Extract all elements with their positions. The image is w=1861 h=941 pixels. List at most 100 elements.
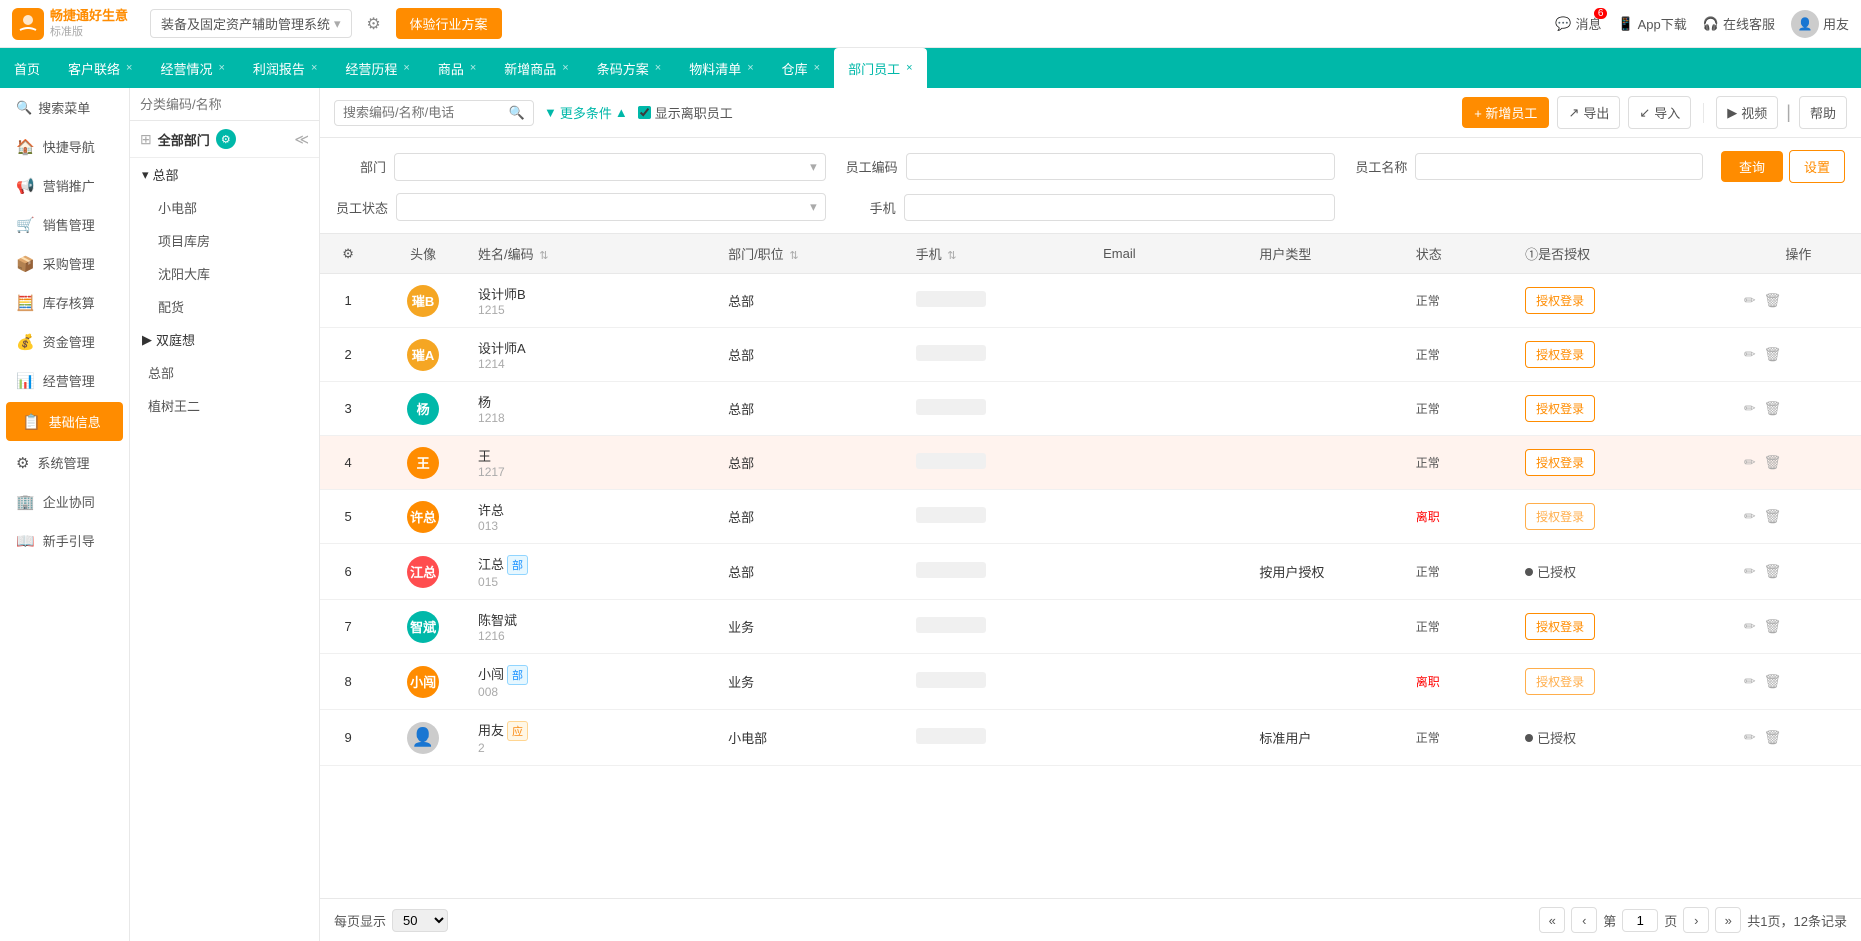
emp-code-input[interactable] <box>906 153 1336 180</box>
view-button[interactable]: ▶ 视频 <box>1716 96 1778 129</box>
tree-group-zongbu-label[interactable]: ▾ 总部 <box>130 158 319 191</box>
delete-icon[interactable]: 🗑 <box>1764 454 1782 471</box>
delete-icon[interactable]: 🗑 <box>1764 729 1782 746</box>
emp-name-input[interactable] <box>1415 153 1703 180</box>
close-tab-icon[interactable]: × <box>403 62 409 74</box>
dept-select[interactable]: ▾ <box>394 153 826 181</box>
delete-icon[interactable]: 🗑 <box>1764 292 1782 309</box>
edit-icon[interactable]: ✏ <box>1744 618 1756 635</box>
tree-add-icon[interactable]: ⚙ <box>216 129 236 149</box>
edit-icon[interactable]: ✏ <box>1744 292 1756 309</box>
gear-button[interactable]: ⚙ <box>360 10 388 38</box>
auth-login-button[interactable]: 授权登录 <box>1525 668 1595 695</box>
user-menu-btn[interactable]: 👤 用友 <box>1791 10 1849 38</box>
col-phone[interactable]: 手机 ⇅ <box>908 234 1096 274</box>
filter-search-input[interactable] <box>343 105 505 120</box>
edit-icon[interactable]: ✏ <box>1744 454 1756 471</box>
auth-login-button[interactable]: 授权登录 <box>1525 503 1595 530</box>
delete-icon[interactable]: 🗑 <box>1764 563 1782 580</box>
nav-tab-利润报告[interactable]: 利润报告× <box>239 48 331 88</box>
app-download-btn[interactable]: 📱 App下载 <box>1617 14 1686 33</box>
nav-tab-物料清单[interactable]: 物料清单× <box>675 48 767 88</box>
close-tab-icon[interactable]: × <box>470 62 476 74</box>
online-service-btn[interactable]: 🎧 在线客服 <box>1703 14 1775 33</box>
nav-tab-客户联络[interactable]: 客户联络× <box>54 48 146 88</box>
import-button[interactable]: ↙ 导入 <box>1628 96 1691 129</box>
first-page-btn[interactable]: « <box>1539 907 1565 933</box>
tree-search-input[interactable] <box>140 97 316 112</box>
nav-tab-商品[interactable]: 商品× <box>424 48 490 88</box>
close-tab-icon[interactable]: × <box>655 62 661 74</box>
edit-icon[interactable]: ✏ <box>1744 673 1756 690</box>
tree-item-xiangmu[interactable]: 项目库房 <box>130 224 319 257</box>
sidebar-item-quick-nav[interactable]: 🏠 快捷导航 <box>0 127 129 166</box>
set-button[interactable]: 设置 <box>1789 150 1845 183</box>
tree-collapse-icon[interactable]: ≪ <box>294 131 309 148</box>
more-icon[interactable]: | <box>1786 102 1791 123</box>
close-tab-icon[interactable]: × <box>126 62 132 74</box>
sidebar-item-purchase[interactable]: 📦 采购管理 <box>0 244 129 283</box>
sidebar-item-system[interactable]: ⚙ 系统管理 <box>0 443 129 482</box>
auth-login-button[interactable]: 授权登录 <box>1525 449 1595 476</box>
auth-login-button[interactable]: 授权登录 <box>1525 287 1595 314</box>
sidebar-item-operations[interactable]: 📊 经营管理 <box>0 361 129 400</box>
delete-icon[interactable]: 🗑 <box>1764 618 1782 635</box>
delete-icon[interactable]: 🗑 <box>1764 346 1782 363</box>
sidebar-item-capital[interactable]: 💰 资金管理 <box>0 322 129 361</box>
col-dept[interactable]: 部门/职位 ⇅ <box>720 234 908 274</box>
sidebar-item-inventory[interactable]: 🧮 库存核算 <box>0 283 129 322</box>
sidebar-item-basic[interactable]: 📋 基础信息 <box>6 402 123 441</box>
sidebar-item-enterprise[interactable]: 🏢 企业协同 <box>0 482 129 521</box>
edit-icon[interactable]: ✏ <box>1744 563 1756 580</box>
nav-tab-首页[interactable]: 首页 <box>0 48 54 88</box>
close-tab-icon[interactable]: × <box>218 62 224 74</box>
sidebar-search-btn[interactable]: 🔍 搜索菜单 <box>0 88 129 127</box>
auth-login-button[interactable]: 授权登录 <box>1525 395 1595 422</box>
delete-icon[interactable]: 🗑 <box>1764 400 1782 417</box>
auth-login-button[interactable]: 授权登录 <box>1525 613 1595 640</box>
query-button[interactable]: 查询 <box>1721 151 1783 182</box>
sidebar-item-newguide[interactable]: 📖 新手引导 <box>0 521 129 560</box>
tree-item-peihuo[interactable]: 配货 <box>130 290 319 323</box>
tree-item-zongbu2[interactable]: 总部 <box>130 356 319 389</box>
edit-icon[interactable]: ✏ <box>1744 346 1756 363</box>
nav-tab-新增商品[interactable]: 新增商品× <box>490 48 582 88</box>
filter-search-icon[interactable]: 🔍 <box>509 105 525 121</box>
edit-icon[interactable]: ✏ <box>1744 729 1756 746</box>
tree-group-shuangting[interactable]: ▶ 双庭想 <box>130 323 319 356</box>
help-button[interactable]: 帮助 <box>1799 96 1847 129</box>
delete-icon[interactable]: 🗑 <box>1764 673 1782 690</box>
next-page-btn[interactable]: › <box>1683 907 1709 933</box>
export-button[interactable]: ↗ 导出 <box>1557 96 1620 129</box>
sidebar-item-sales[interactable]: 🛒 销售管理 <box>0 205 129 244</box>
tree-item-shenyang[interactable]: 沈阳大库 <box>130 257 319 290</box>
show-resigned-checkbox-label[interactable]: 显示离职员工 <box>638 103 733 122</box>
col-name[interactable]: 姓名/编码 ⇅ <box>470 234 720 274</box>
add-employee-button[interactable]: + 新增员工 <box>1462 97 1549 128</box>
edit-icon[interactable]: ✏ <box>1744 400 1756 417</box>
page-number-input[interactable] <box>1622 909 1658 932</box>
per-page-select[interactable]: 50 100 <box>392 909 448 932</box>
phone-input[interactable] <box>904 194 1336 221</box>
nav-tab-经营历程[interactable]: 经营历程× <box>331 48 423 88</box>
nav-tab-仓库[interactable]: 仓库× <box>768 48 834 88</box>
message-btn[interactable]: 💬 消息 6 <box>1555 14 1601 33</box>
nav-tab-条码方案[interactable]: 条码方案× <box>583 48 675 88</box>
edit-icon[interactable]: ✏ <box>1744 508 1756 525</box>
system-title-btn[interactable]: 装备及固定资产辅助管理系统 ▾ <box>150 9 352 38</box>
close-tab-icon[interactable]: × <box>906 62 912 74</box>
close-tab-icon[interactable]: × <box>311 62 317 74</box>
close-tab-icon[interactable]: × <box>814 62 820 74</box>
tree-item-zhishu[interactable]: 植树王二 <box>130 389 319 422</box>
nav-tab-经营情况[interactable]: 经营情况× <box>146 48 238 88</box>
show-resigned-checkbox[interactable] <box>638 106 651 119</box>
trial-button[interactable]: 体验行业方案 <box>396 8 502 39</box>
col-settings[interactable]: ⚙ <box>320 234 376 274</box>
delete-icon[interactable]: 🗑 <box>1764 508 1782 525</box>
emp-status-select[interactable]: ▾ <box>396 193 826 221</box>
sidebar-item-marketing[interactable]: 📢 营销推广 <box>0 166 129 205</box>
last-page-btn[interactable]: » <box>1715 907 1741 933</box>
tree-item-xiaodian[interactable]: 小电部 <box>130 191 319 224</box>
auth-login-button[interactable]: 授权登录 <box>1525 341 1595 368</box>
close-tab-icon[interactable]: × <box>747 62 753 74</box>
